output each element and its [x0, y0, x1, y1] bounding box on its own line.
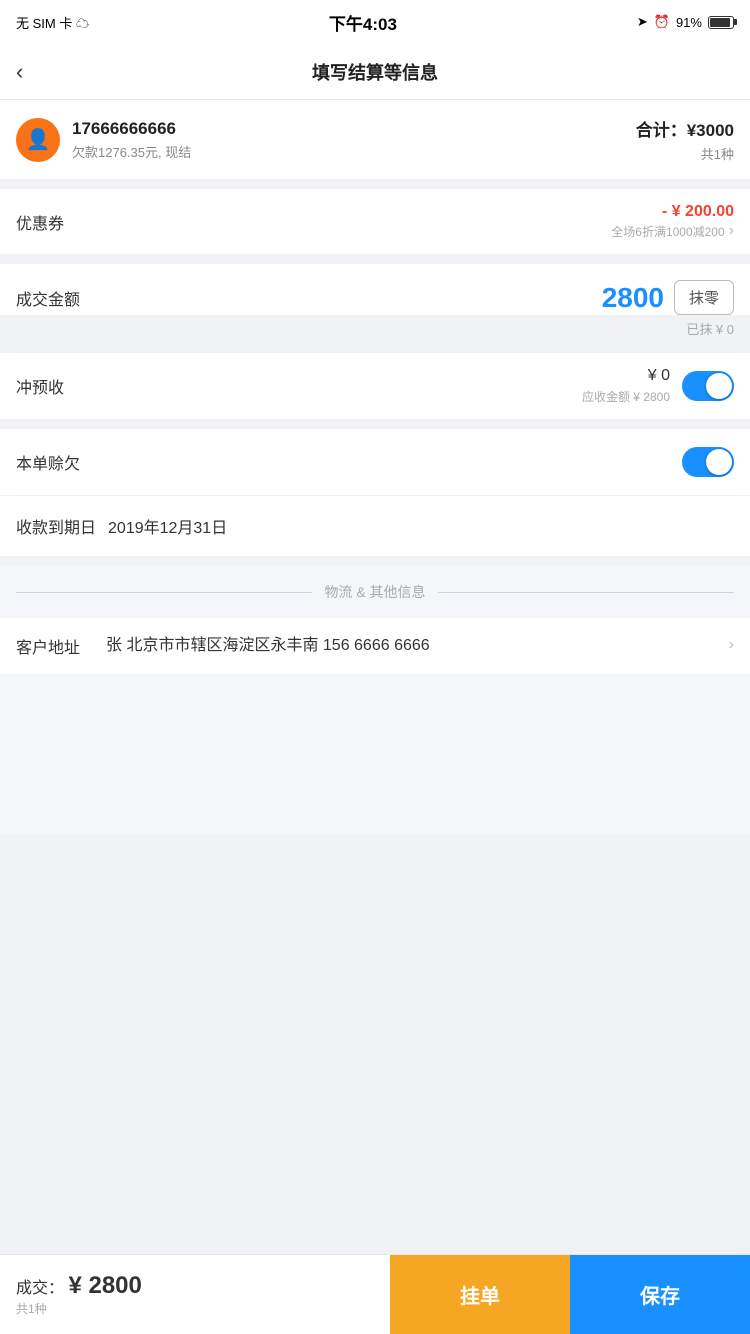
prepay-value: ¥ 0: [582, 367, 670, 385]
nav-bar: ‹ 填写结算等信息: [0, 44, 750, 100]
credit-label: 本单赊欠: [16, 450, 80, 474]
duedate-row: 收款到期日 2019年12月31日: [0, 496, 750, 556]
bottom-bar: 成交： ¥ 2800 共1种 挂单 保存: [0, 1254, 750, 1334]
user-row: 👤 17666666666 欠款1276.35元, 现结 合计：¥3000 共1…: [16, 116, 734, 163]
user-left: 👤 17666666666 欠款1276.35元, 现结: [16, 118, 191, 162]
address-label: 客户地址: [16, 634, 96, 658]
avatar: 👤: [16, 118, 60, 162]
coupon-right-wrap: - ¥ 200.00 全场6折满1000减200 ›: [611, 203, 734, 240]
prepay-right: ¥ 0 应收金额 ¥ 2800: [582, 367, 734, 405]
empty-area: [0, 674, 750, 834]
user-phone: 17666666666: [72, 119, 191, 139]
page-title: 填写结算等信息: [312, 59, 438, 85]
prepay-amounts: ¥ 0 应收金额 ¥ 2800: [582, 367, 670, 405]
user-right: 合计：¥3000 共1种: [636, 116, 734, 163]
address-chevron-icon: ›: [729, 634, 734, 654]
duedate-label: 收款到期日: [16, 514, 96, 538]
user-card: 👤 17666666666 欠款1276.35元, 现结 合计：¥3000 共1…: [0, 100, 750, 179]
total-value: ¥3000: [687, 121, 734, 140]
prepay-label: 冲预收: [16, 374, 64, 398]
sim-label: 无 SIM 卡 ☁: [16, 13, 89, 32]
location-icon: ➤: [637, 14, 648, 30]
bottom-summary: 成交： ¥ 2800 共1种: [0, 1272, 390, 1317]
battery-icon: [708, 16, 734, 29]
total-amount: 合计：¥3000: [636, 116, 734, 141]
section-separator-2: [0, 419, 750, 429]
section-separator-3: [0, 556, 750, 566]
status-bar: 无 SIM 卡 ☁ 下午4:03 ➤ ⏰ 91%: [0, 0, 750, 44]
content: 👤 17666666666 欠款1276.35元, 现结 合计：¥3000 共1…: [0, 100, 750, 914]
status-right: ➤ ⏰ 91%: [637, 14, 734, 30]
logistics-label: 物流 & 其他信息: [324, 582, 425, 602]
hang-button[interactable]: 挂单: [390, 1255, 570, 1334]
coupon-label: 优惠券: [16, 210, 64, 234]
total-count: 共1种: [636, 144, 734, 163]
line-right: [438, 592, 734, 593]
toggle-knob-credit: [706, 449, 732, 475]
user-debt: 欠款1276.35元, 现结: [72, 142, 191, 161]
alarm-icon: ⏰: [654, 14, 670, 30]
chevron-right-icon: ›: [729, 222, 734, 240]
coupon-value: - ¥ 200.00: [611, 203, 734, 221]
round-button[interactable]: 抹零: [674, 280, 734, 315]
coupon-desc: 全场6折满1000减200: [611, 223, 724, 240]
amount-sub: 已抹 ¥ 0: [0, 315, 750, 352]
address-content: 张 北京市市辖区海淀区永丰南 156 6666 6666: [106, 634, 719, 658]
amount-label: 成交金额: [16, 286, 80, 310]
logistics-section-divider: 物流 & 其他信息: [0, 566, 750, 618]
deal-amount-section: 成交金额 2800 抹零 已抹 ¥ 0: [0, 264, 750, 352]
credit-row: 本单赊欠: [0, 429, 750, 495]
toggle-knob-prepay: [706, 373, 732, 399]
duedate-value: 2019年12月31日: [108, 514, 227, 538]
deal-amount: ¥ 2800: [68, 1272, 141, 1299]
amount-right: 2800 抹零: [602, 280, 734, 315]
save-button[interactable]: 保存: [570, 1255, 750, 1334]
avatar-icon: 👤: [26, 127, 51, 152]
credit-toggle[interactable]: [682, 447, 734, 477]
deal-label: 成交：: [16, 1280, 64, 1297]
coupon-row[interactable]: 优惠券 - ¥ 200.00 全场6折满1000减200 ›: [0, 189, 750, 254]
prepay-toggle[interactable]: [682, 371, 734, 401]
prepay-sub: 应收金额 ¥ 2800: [582, 388, 670, 405]
status-left: 无 SIM 卡 ☁: [16, 13, 89, 32]
battery-percent: 91%: [676, 15, 702, 30]
amount-value: 2800: [602, 282, 664, 314]
bottom-count: 共1种: [16, 1300, 374, 1317]
prepay-row: 冲预收 ¥ 0 应收金额 ¥ 2800: [0, 353, 750, 419]
total-label: 合计：: [636, 121, 687, 140]
status-time: 下午4:03: [329, 10, 397, 35]
bottom-deal-label: 成交： ¥ 2800: [16, 1272, 374, 1300]
section-separator-1: [0, 254, 750, 264]
line-left: [16, 592, 312, 593]
amount-row: 成交金额 2800 抹零: [0, 264, 750, 315]
user-info: 17666666666 欠款1276.35元, 现结: [72, 119, 191, 161]
back-button[interactable]: ‹: [16, 59, 23, 85]
address-row[interactable]: 客户地址 张 北京市市辖区海淀区永丰南 156 6666 6666 ›: [0, 618, 750, 674]
